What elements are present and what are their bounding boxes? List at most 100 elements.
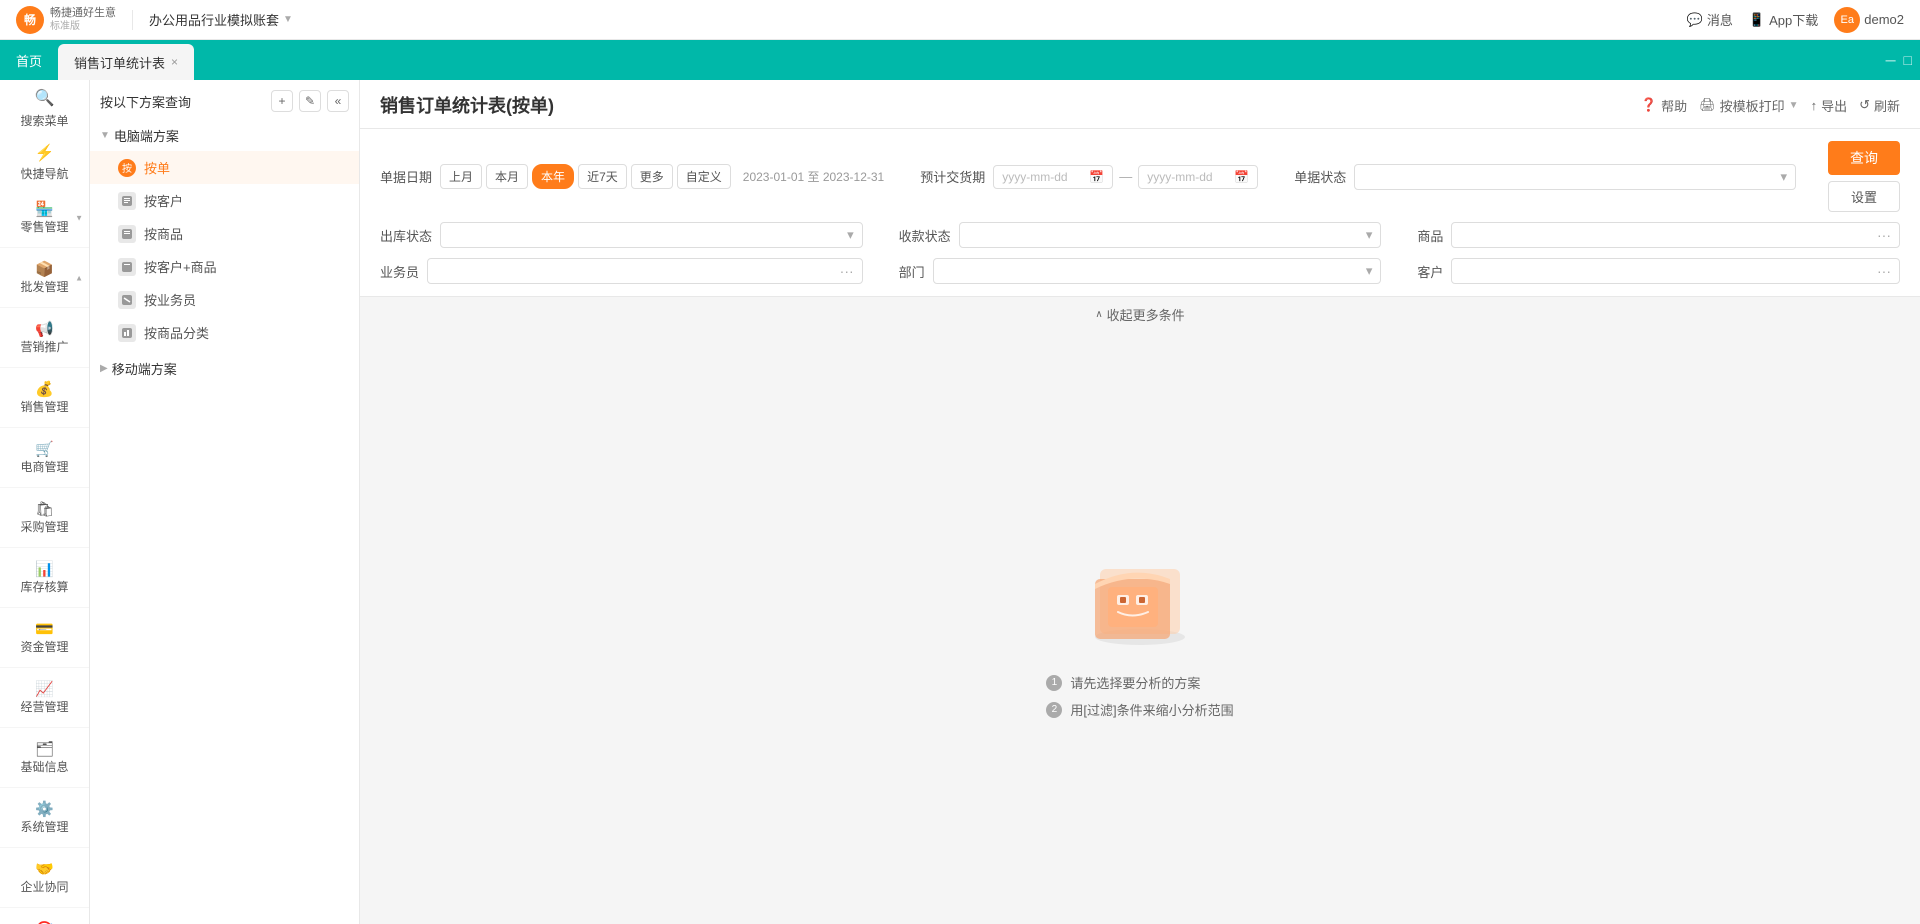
tab-close-icon[interactable]: ×	[171, 55, 178, 69]
date-btn-more[interactable]: 更多	[631, 164, 673, 189]
scheme-panel-title: 按以下方案查询	[100, 92, 191, 111]
filter-area: 单据日期 上月 本月 本年 近7天 更多 自定义 2023-01-01 至 20…	[360, 129, 1920, 297]
sidebar-item-newbie[interactable]: 🎯 新手引导	[0, 908, 89, 924]
sidebar-item-inventory[interactable]: 📊 库存核算	[0, 548, 89, 608]
message-btn[interactable]: 💬 消息	[1687, 10, 1733, 29]
scheme-group-arrow-icon: ▼	[100, 130, 110, 141]
scheme-item-by-customer[interactable]: 按客户	[90, 184, 359, 217]
query-btn[interactable]: 查询	[1828, 141, 1900, 175]
salesperson-more-icon[interactable]: ···	[840, 263, 854, 279]
sidebar-item-sales[interactable]: 💰 销售管理	[0, 368, 89, 428]
collapse-btn-label: 收起更多条件	[1107, 305, 1185, 324]
sidebar-item-cooperation[interactable]: 🤝 企业协同	[0, 848, 89, 908]
sidebar-menu: 🏪 零售管理 📦 批发管理 📢 营销推广 💰 销售管理 🛒 电商管理 🛍	[0, 188, 89, 924]
department-select[interactable]: ▾	[933, 258, 1382, 284]
filter-payment: 收款状态 ▾	[899, 222, 1382, 248]
page-header: 销售订单统计表(按单) ❓ 帮助 🖨 按模板打印 ▼ ↑	[360, 80, 1920, 129]
finance-label: 资金管理	[20, 638, 68, 655]
filter-row-1: 单据日期 上月 本月 本年 近7天 更多 自定义 2023-01-01 至 20…	[380, 141, 1900, 212]
sidebar-item-search[interactable]: 🔍 帮助 搜索菜单	[0, 80, 89, 137]
avatar: Ea	[1834, 7, 1860, 33]
purchase-label: 采购管理	[20, 518, 68, 535]
scheme-panel-actions: + ✎ «	[271, 90, 349, 112]
inventory-label: 库存核算	[20, 578, 68, 595]
customer-select[interactable]: ···	[1451, 258, 1900, 284]
goods-select[interactable]: ···	[1451, 222, 1900, 248]
date-from-input[interactable]: yyyy-mm-dd 📅	[993, 165, 1113, 189]
date-btn-last-month[interactable]: 上月	[440, 164, 482, 189]
collapse-up-icon: ∧	[1095, 309, 1102, 320]
main-panel: 销售订单统计表(按单) ❓ 帮助 🖨 按模板打印 ▼ ↑	[360, 80, 1920, 924]
print-btn[interactable]: 🖨 按模板打印 ▼	[1699, 96, 1798, 115]
search-label-text: 搜索菜单	[20, 112, 68, 129]
top-title[interactable]: 办公用品行业模拟账套 ▼	[149, 10, 293, 29]
sidebar-item-system[interactable]: ⚙️ 系统管理	[0, 788, 89, 848]
operation-label: 经营管理	[20, 698, 68, 715]
collapse-btn[interactable]: ∧ 收起更多条件	[1095, 305, 1184, 324]
scheme-group-desktop-header[interactable]: ▼ 电脑端方案	[90, 120, 359, 151]
sidebar-item-finance[interactable]: 💳 资金管理	[0, 608, 89, 668]
main-layout: 🔍 帮助 搜索菜单 ⚡ 快捷导航 🏪 零售管理 📦 批发管理 📢 营销推广 💰	[0, 80, 1920, 924]
date-to-input[interactable]: yyyy-mm-dd 📅	[1138, 165, 1258, 189]
filter-customer: 客户 ···	[1417, 258, 1900, 284]
scheme-group-mobile-header[interactable]: ▶ 移动端方案	[90, 353, 359, 384]
scheme-item-by-salesperson[interactable]: 按业务员	[90, 283, 359, 316]
user-name: demo2	[1864, 12, 1904, 27]
scheme-item-by-goods[interactable]: 按商品	[90, 217, 359, 250]
sidebar-item-quicknav[interactable]: ⚡ 快捷导航	[0, 137, 89, 188]
scheme-item-by-order[interactable]: 按 按单	[90, 151, 359, 184]
scheme-add-btn[interactable]: +	[271, 90, 293, 112]
refresh-label: 刷新	[1874, 96, 1900, 115]
sidebar-item-wholesale[interactable]: 📦 批发管理	[0, 248, 89, 308]
app-download-btn[interactable]: 📱 App下载	[1749, 10, 1818, 29]
empty-hint-1: 1 请先选择要分析的方案	[1046, 673, 1233, 692]
export-icon: ↑	[1811, 98, 1818, 113]
payment-label: 收款状态	[899, 226, 951, 245]
retail-icon: 🏪	[35, 200, 54, 218]
top-title-text: 办公用品行业模拟账套	[149, 10, 279, 29]
scheme-collapse-btn[interactable]: «	[327, 90, 349, 112]
wholesale-icon: 📦	[35, 260, 54, 278]
goods-more-icon[interactable]: ···	[1877, 227, 1891, 243]
date-input-group: yyyy-mm-dd 📅 — yyyy-mm-dd 📅	[993, 165, 1258, 189]
date-btn-custom[interactable]: 自定义	[677, 164, 731, 189]
filter-row-3: 业务员 ··· 部门 ▾ 客户	[380, 258, 1900, 284]
ecommerce-icon: 🛒	[35, 440, 54, 458]
scheme-group-mobile: ▶ 移动端方案	[90, 353, 359, 384]
sidebar-item-retail[interactable]: 🏪 零售管理	[0, 188, 89, 248]
scheme-item-by-category[interactable]: 按商品分类	[90, 316, 359, 349]
sidebar-item-ecommerce[interactable]: 🛒 电商管理	[0, 428, 89, 488]
calendar-icon: 📅	[1089, 170, 1104, 184]
scheme-item-by-customer-goods[interactable]: 按客户+商品	[90, 250, 359, 283]
tab-home[interactable]: 首页	[0, 40, 58, 80]
customer-more-icon[interactable]: ···	[1877, 263, 1891, 279]
print-arrow-icon: ▼	[1789, 100, 1799, 111]
date-label: 单据日期	[380, 167, 432, 186]
scheme-edit-btn[interactable]: ✎	[299, 90, 321, 112]
page-header-actions: ❓ 帮助 🖨 按模板打印 ▼ ↑ 导出 ↺	[1641, 96, 1900, 115]
filter-department: 部门 ▾	[899, 258, 1382, 284]
salesperson-select[interactable]: ···	[427, 258, 863, 284]
scheme-item-icon	[118, 225, 136, 243]
tab-minimize-btn[interactable]: ─	[1886, 52, 1896, 68]
user-profile[interactable]: Ea demo2	[1834, 7, 1904, 33]
setting-btn[interactable]: 设置	[1828, 181, 1900, 212]
payment-select[interactable]: ▾	[959, 222, 1382, 248]
topbar-left: 畅 畅捷通好生意 标准版 办公用品行业模拟账套 ▼	[16, 6, 293, 34]
tab-sales-order[interactable]: 销售订单统计表 ×	[58, 44, 194, 80]
outbound-select[interactable]: ▾	[440, 222, 863, 248]
customer-label: 客户	[1417, 262, 1443, 281]
date-btn-this-year[interactable]: 本年	[532, 164, 574, 189]
export-btn[interactable]: ↑ 导出	[1811, 96, 1848, 115]
sidebar-item-operation[interactable]: 📈 经营管理	[0, 668, 89, 728]
cooperation-label: 企业协同	[20, 878, 68, 895]
status-select[interactable]: ▾	[1354, 164, 1796, 190]
sidebar-item-marketing[interactable]: 📢 营销推广	[0, 308, 89, 368]
refresh-btn[interactable]: ↺ 刷新	[1859, 96, 1900, 115]
date-btn-this-month[interactable]: 本月	[486, 164, 528, 189]
date-btn-7days[interactable]: 近7天	[578, 164, 627, 189]
sidebar-item-purchase[interactable]: 🛍 采购管理	[0, 488, 89, 548]
help-btn[interactable]: ❓ 帮助	[1641, 96, 1687, 115]
sidebar-item-basics[interactable]: 🗂 基础信息	[0, 728, 89, 788]
tab-maximize-btn[interactable]: □	[1904, 52, 1912, 68]
